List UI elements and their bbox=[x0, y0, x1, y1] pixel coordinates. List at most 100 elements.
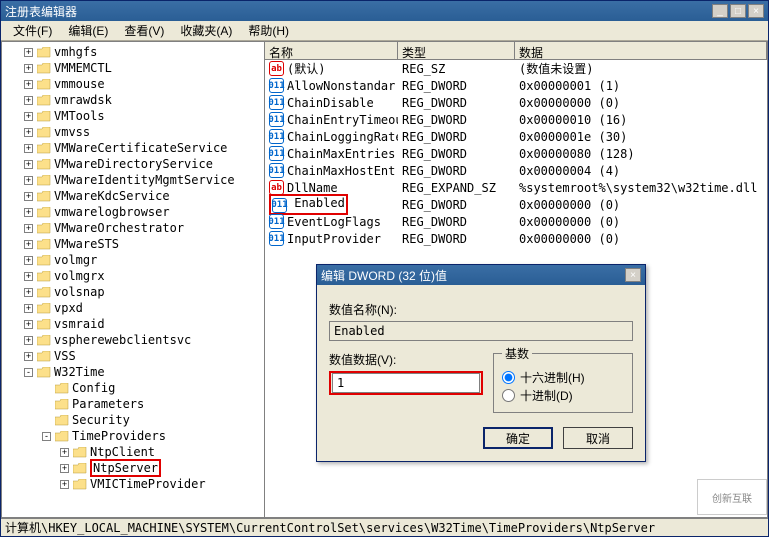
tree-node-timeproviders[interactable]: -TimeProviders bbox=[2, 428, 264, 444]
radio-dec[interactable]: 十进制(D) bbox=[502, 386, 624, 404]
value-row[interactable]: 011ChainMaxEntriesREG_DWORD0x00000080 (1… bbox=[265, 145, 767, 162]
menu-favorites[interactable]: 收藏夹(A) bbox=[172, 20, 240, 41]
value-row[interactable]: 011ChainEntryTimeoutREG_DWORD0x00000010 … bbox=[265, 111, 767, 128]
expander-icon[interactable]: + bbox=[24, 192, 33, 201]
tree-node-vmmouse[interactable]: +vmmouse bbox=[2, 76, 264, 92]
cancel-button[interactable]: 取消 bbox=[563, 427, 633, 449]
expander-icon[interactable]: + bbox=[24, 128, 33, 137]
expander-icon[interactable]: + bbox=[24, 352, 33, 361]
expander-icon[interactable]: + bbox=[24, 208, 33, 217]
tree-node-volsnap[interactable]: +volsnap bbox=[2, 284, 264, 300]
value-name-label: 数值名称(N): bbox=[329, 301, 633, 318]
value-name-input[interactable] bbox=[329, 321, 633, 341]
expander-icon[interactable]: + bbox=[24, 176, 33, 185]
tree-node-vmictimeprovider[interactable]: +VMICTimeProvider bbox=[2, 476, 264, 492]
expander-icon[interactable]: + bbox=[24, 240, 33, 249]
tree-node-vmwarekdcservice[interactable]: +VMwareKdcService bbox=[2, 188, 264, 204]
expander-icon[interactable]: + bbox=[24, 304, 33, 313]
folder-icon bbox=[55, 399, 69, 410]
dword-icon: 011 bbox=[269, 231, 284, 246]
tree-node-security[interactable]: Security bbox=[2, 412, 264, 428]
folder-icon bbox=[37, 159, 51, 170]
value-row[interactable]: 011InputProviderREG_DWORD0x00000000 (0) bbox=[265, 230, 767, 247]
edit-dword-dialog: 编辑 DWORD (32 位)值 × 数值名称(N): 数值数据(V): 基数 … bbox=[316, 264, 646, 462]
value-row[interactable]: 011 EnabledREG_DWORD0x00000000 (0) bbox=[265, 196, 767, 213]
menu-help[interactable]: 帮助(H) bbox=[240, 20, 297, 41]
folder-icon bbox=[37, 319, 51, 330]
expander-icon[interactable]: - bbox=[24, 368, 33, 377]
window-buttons: _ □ × bbox=[712, 4, 764, 18]
expander-icon[interactable]: + bbox=[24, 80, 33, 89]
value-row[interactable]: 011EventLogFlagsREG_DWORD0x00000000 (0) bbox=[265, 213, 767, 230]
expander-icon[interactable]: + bbox=[24, 224, 33, 233]
menu-view[interactable]: 查看(V) bbox=[116, 20, 172, 41]
column-name[interactable]: 名称 bbox=[265, 42, 398, 59]
column-type[interactable]: 类型 bbox=[398, 42, 515, 59]
expander-icon[interactable]: + bbox=[24, 336, 33, 345]
ok-button[interactable]: 确定 bbox=[483, 427, 553, 449]
tree-node-vmvss[interactable]: +vmvss bbox=[2, 124, 264, 140]
value-row[interactable]: 011ChainMaxHostEnt...REG_DWORD0x00000004… bbox=[265, 162, 767, 179]
dword-icon: 011 bbox=[269, 163, 284, 178]
expander-icon[interactable]: + bbox=[24, 112, 33, 121]
tree-node-vmwarecertificateservice[interactable]: +VMWareCertificateService bbox=[2, 140, 264, 156]
column-data[interactable]: 数据 bbox=[515, 42, 767, 59]
folder-icon bbox=[73, 463, 87, 474]
tree-node-vmwarelogbrowser[interactable]: +vmwarelogbrowser bbox=[2, 204, 264, 220]
value-row[interactable]: 011AllowNonstandar...REG_DWORD0x00000001… bbox=[265, 77, 767, 94]
expander-icon[interactable]: + bbox=[24, 96, 33, 105]
maximize-button[interactable]: □ bbox=[730, 4, 746, 18]
tree-node-volmgrx[interactable]: +volmgrx bbox=[2, 268, 264, 284]
expander-icon[interactable]: + bbox=[24, 48, 33, 57]
close-button[interactable]: × bbox=[748, 4, 764, 18]
value-data-input[interactable] bbox=[332, 373, 480, 393]
expander-icon[interactable]: + bbox=[60, 448, 69, 457]
menu-edit[interactable]: 编辑(E) bbox=[60, 20, 116, 41]
dialog-close-button[interactable]: × bbox=[625, 268, 641, 282]
expander-icon[interactable]: + bbox=[24, 256, 33, 265]
tree-node-vmmemctl[interactable]: +VMMEMCTL bbox=[2, 60, 264, 76]
dialog-titlebar[interactable]: 编辑 DWORD (32 位)值 × bbox=[317, 265, 645, 285]
expander-icon[interactable]: + bbox=[24, 320, 33, 329]
expander-icon[interactable]: + bbox=[24, 160, 33, 169]
expander-icon[interactable]: - bbox=[42, 432, 51, 441]
tree-node-vmhgfs[interactable]: +vmhgfs bbox=[2, 44, 264, 60]
radio-hex[interactable]: 十六进制(H) bbox=[502, 368, 624, 386]
base-fieldset: 基数 十六进制(H) 十进制(D) bbox=[493, 345, 633, 413]
tree-node-ntpserver[interactable]: +NtpServer bbox=[2, 460, 264, 476]
tree-node-vmwarests[interactable]: +VMwareSTS bbox=[2, 236, 264, 252]
window-titlebar[interactable]: 注册表编辑器 _ □ × bbox=[1, 1, 768, 21]
menu-file[interactable]: 文件(F) bbox=[5, 20, 60, 41]
dword-icon: 011 bbox=[269, 78, 284, 93]
expander-icon[interactable]: + bbox=[24, 144, 33, 153]
tree-node-vmtools[interactable]: +VMTools bbox=[2, 108, 264, 124]
value-row[interactable]: 011ChainDisableREG_DWORD0x00000000 (0) bbox=[265, 94, 767, 111]
tree-node-vpxd[interactable]: +vpxd bbox=[2, 300, 264, 316]
registry-tree-panel[interactable]: +vmhgfs+VMMEMCTL+vmmouse+vmrawdsk+VMTool… bbox=[2, 42, 265, 517]
expander-icon[interactable]: + bbox=[24, 288, 33, 297]
tree-node-ntpclient[interactable]: +NtpClient bbox=[2, 444, 264, 460]
tree-node-volmgr[interactable]: +volmgr bbox=[2, 252, 264, 268]
folder-icon bbox=[37, 143, 51, 154]
expander-icon[interactable]: + bbox=[24, 64, 33, 73]
value-row[interactable]: 011ChainLoggingRateREG_DWORD0x0000001e (… bbox=[265, 128, 767, 145]
expander-icon[interactable]: + bbox=[60, 464, 69, 473]
folder-icon bbox=[37, 63, 51, 74]
tree-node-vmwareidentitymgmtservice[interactable]: +VMwareIdentityMgmtService bbox=[2, 172, 264, 188]
folder-icon bbox=[37, 191, 51, 202]
tree-node-config[interactable]: Config bbox=[2, 380, 264, 396]
value-row[interactable]: ab(默认)REG_SZ(数值未设置) bbox=[265, 60, 767, 77]
radio-hex-input[interactable] bbox=[502, 371, 515, 384]
expander-icon[interactable]: + bbox=[60, 480, 69, 489]
radio-dec-input[interactable] bbox=[502, 389, 515, 402]
tree-node-vmwareorchestrator[interactable]: +VMwareOrchestrator bbox=[2, 220, 264, 236]
tree-node-vmwaredirectoryservice[interactable]: +VMwareDirectoryService bbox=[2, 156, 264, 172]
tree-node-w32time[interactable]: -W32Time bbox=[2, 364, 264, 380]
expander-icon[interactable]: + bbox=[24, 272, 33, 281]
minimize-button[interactable]: _ bbox=[712, 4, 728, 18]
tree-node-vmrawdsk[interactable]: +vmrawdsk bbox=[2, 92, 264, 108]
tree-node-vsmraid[interactable]: +vsmraid bbox=[2, 316, 264, 332]
tree-node-vspherewebclientsvc[interactable]: +vspherewebclientsvc bbox=[2, 332, 264, 348]
tree-node-parameters[interactable]: Parameters bbox=[2, 396, 264, 412]
tree-node-vss[interactable]: +VSS bbox=[2, 348, 264, 364]
